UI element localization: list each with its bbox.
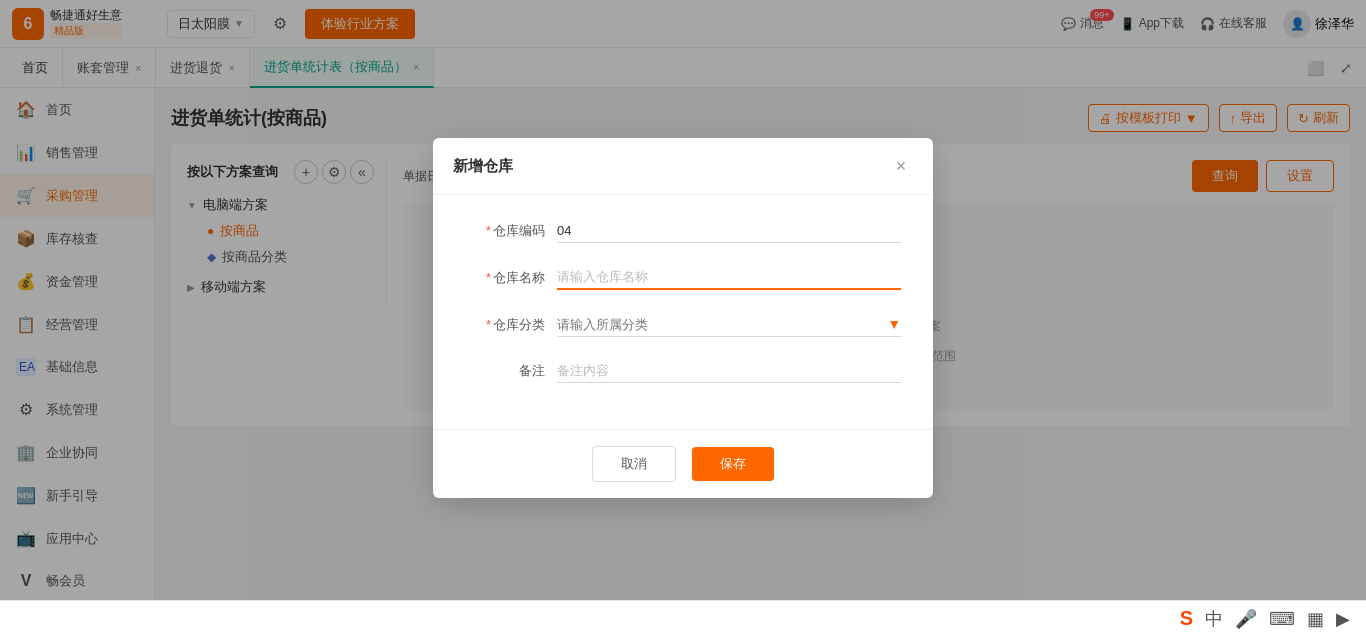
warehouse-category-input[interactable]: [557, 317, 887, 332]
cancel-button[interactable]: 取消: [592, 446, 676, 482]
modal-footer: 取消 保存: [433, 429, 933, 498]
form-row-remark: 备注: [465, 359, 901, 383]
form-row-warehouse-code: *仓库编码: [465, 219, 901, 243]
bottom-s-icon[interactable]: S: [1180, 607, 1193, 630]
warehouse-code-input[interactable]: [557, 219, 901, 243]
bottom-bar: S 中 🎤 ⌨ ▦ ▶: [0, 600, 1366, 636]
warehouse-name-input[interactable]: [557, 265, 901, 290]
bottom-chinese-icon[interactable]: 中: [1205, 607, 1223, 631]
modal-title: 新增仓库: [453, 157, 513, 176]
category-dropdown-icon[interactable]: ▼: [887, 316, 901, 332]
warehouse-name-label: *仓库名称: [465, 269, 545, 287]
modal-new-warehouse: 新增仓库 × *仓库编码 *仓库名称 *仓库分类: [433, 138, 933, 498]
warehouse-code-label: *仓库编码: [465, 222, 545, 240]
modal-header: 新增仓库 ×: [433, 138, 933, 195]
remark-input[interactable]: [557, 359, 901, 383]
required-mark-1: *: [486, 223, 491, 238]
modal-close-button[interactable]: ×: [889, 154, 913, 178]
required-mark-3: *: [486, 317, 491, 332]
bottom-grid-icon[interactable]: ▦: [1307, 608, 1324, 630]
warehouse-category-label: *仓库分类: [465, 316, 545, 334]
remark-label: 备注: [465, 362, 545, 380]
required-mark-2: *: [486, 270, 491, 285]
warehouse-category-select[interactable]: ▼: [557, 312, 901, 337]
modal-overlay: 新增仓库 × *仓库编码 *仓库名称 *仓库分类: [0, 0, 1366, 636]
bottom-mic-icon[interactable]: 🎤: [1235, 608, 1257, 630]
modal-body: *仓库编码 *仓库名称 *仓库分类 ▼: [433, 195, 933, 429]
bottom-notification-icon[interactable]: ▶: [1336, 608, 1350, 630]
form-row-warehouse-name: *仓库名称: [465, 265, 901, 290]
bottom-keyboard-icon[interactable]: ⌨: [1269, 608, 1295, 630]
save-button[interactable]: 保存: [692, 447, 774, 481]
form-row-warehouse-category: *仓库分类 ▼: [465, 312, 901, 337]
